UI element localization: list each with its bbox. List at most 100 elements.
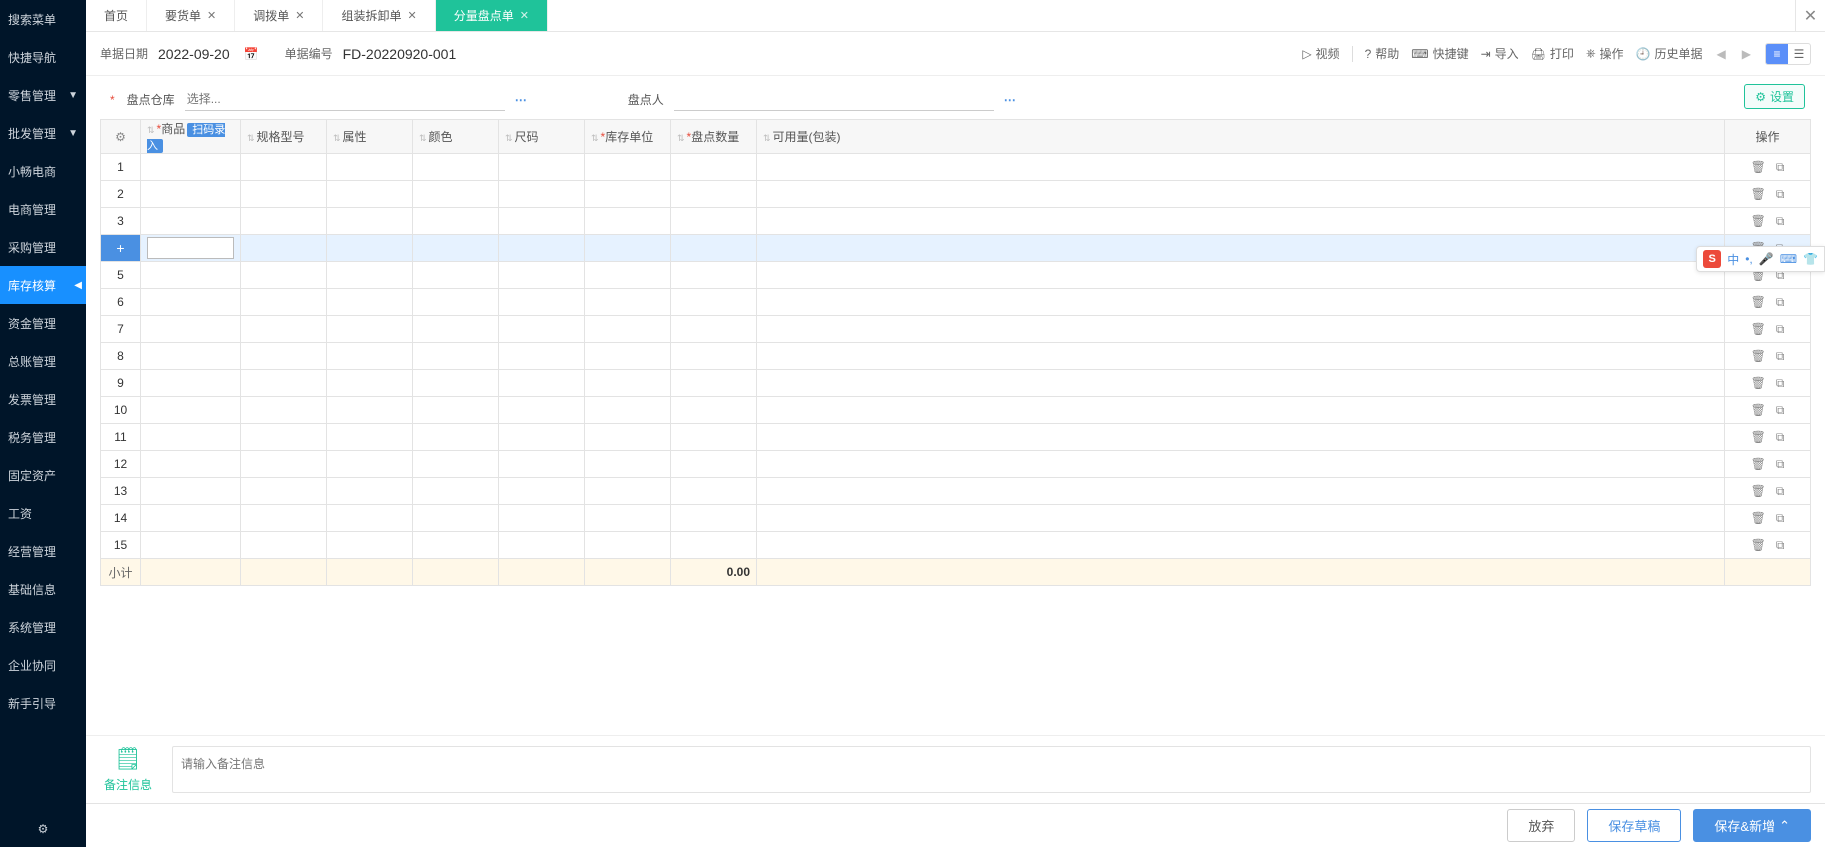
col-size[interactable]: ⇅尺码 [499, 120, 585, 154]
sidebar-item-2[interactable]: 零售管理▼ [0, 76, 86, 114]
cell[interactable] [585, 181, 671, 208]
col-color[interactable]: ⇅颜色 [413, 120, 499, 154]
cell[interactable] [585, 289, 671, 316]
tab-2[interactable]: 调拨单✕ [235, 0, 323, 31]
table-row[interactable]: 11🗑⧉ [101, 424, 1811, 451]
cell[interactable] [241, 154, 327, 181]
tab-3[interactable]: 组装拆卸单✕ [323, 0, 435, 31]
cell[interactable] [141, 154, 241, 181]
cell[interactable] [241, 397, 327, 424]
table-row[interactable]: 5🗑⧉ [101, 262, 1811, 289]
cell[interactable] [241, 343, 327, 370]
ime-skin-icon[interactable]: 👕 [1803, 252, 1818, 266]
sidebar-item-13[interactable]: 工资 [0, 494, 86, 532]
cell[interactable] [585, 424, 671, 451]
date-value[interactable]: 2022-09-20 [158, 46, 230, 62]
sidebar-item-6[interactable]: 采购管理 [0, 228, 86, 266]
cell[interactable] [241, 424, 327, 451]
cell[interactable] [499, 370, 585, 397]
sidebar-item-10[interactable]: 发票管理 [0, 380, 86, 418]
remark-input[interactable] [172, 746, 1811, 793]
col-avail[interactable]: ⇅可用量(包装) [757, 120, 1725, 154]
view-card-button[interactable]: ☰ [1788, 44, 1810, 64]
cell[interactable] [241, 208, 327, 235]
cell[interactable] [671, 478, 757, 505]
cell[interactable] [141, 370, 241, 397]
cell[interactable] [499, 235, 585, 262]
add-row-icon[interactable]: + [112, 239, 130, 257]
cell[interactable] [241, 181, 327, 208]
copy-row-icon[interactable]: ⧉ [1776, 214, 1785, 229]
cell[interactable] [413, 397, 499, 424]
cell[interactable] [413, 208, 499, 235]
table-row[interactable]: 3🗑⧉ [101, 208, 1811, 235]
table-row[interactable]: 9🗑⧉ [101, 370, 1811, 397]
copy-row-icon[interactable]: ⧉ [1776, 430, 1785, 445]
cell[interactable] [241, 451, 327, 478]
col-qty[interactable]: ⇅*盘点数量 [671, 120, 757, 154]
sidebar-item-1[interactable]: 快捷导航 [0, 38, 86, 76]
cell[interactable] [241, 370, 327, 397]
cell[interactable] [413, 505, 499, 532]
cell[interactable] [671, 424, 757, 451]
ime-lang[interactable]: 中 [1727, 251, 1739, 268]
operate-button[interactable]: ⎈操作 [1586, 45, 1624, 62]
cell[interactable] [327, 181, 413, 208]
sidebar-item-0[interactable]: 搜索菜单 [0, 0, 86, 38]
delete-row-icon[interactable]: 🗑 [1751, 484, 1766, 499]
delete-row-icon[interactable]: 🗑 [1751, 322, 1766, 337]
close-all-tabs-button[interactable]: ✕ [1795, 0, 1825, 31]
cell[interactable] [499, 316, 585, 343]
cell[interactable] [757, 505, 1725, 532]
cell[interactable] [241, 316, 327, 343]
cell[interactable] [757, 478, 1725, 505]
sidebar-item-16[interactable]: 系统管理 [0, 608, 86, 646]
delete-row-icon[interactable]: 🗑 [1751, 403, 1766, 418]
cell[interactable] [499, 478, 585, 505]
cell[interactable] [671, 532, 757, 559]
tab-4[interactable]: 分量盘点单✕ [436, 0, 548, 31]
cell[interactable] [327, 424, 413, 451]
table-row[interactable]: 15🗑⧉ [101, 532, 1811, 559]
history-button[interactable]: 🕘历史单据 [1636, 45, 1703, 62]
cell[interactable] [413, 262, 499, 289]
cell[interactable] [499, 424, 585, 451]
copy-row-icon[interactable]: ⧉ [1776, 322, 1785, 337]
sidebar-item-11[interactable]: 税务管理 [0, 418, 86, 456]
close-tab-icon[interactable]: ✕ [520, 9, 529, 22]
table-row[interactable]: 2🗑⧉ [101, 181, 1811, 208]
cell[interactable] [757, 424, 1725, 451]
cell[interactable] [499, 262, 585, 289]
col-spec[interactable]: ⇅规格型号 [241, 120, 327, 154]
view-list-button[interactable]: ≡ [1766, 44, 1788, 64]
delete-row-icon[interactable]: 🗑 [1751, 430, 1766, 445]
cell[interactable] [585, 370, 671, 397]
cell[interactable] [585, 235, 671, 262]
copy-row-icon[interactable]: ⧉ [1776, 538, 1785, 553]
cell[interactable] [757, 154, 1725, 181]
copy-row-icon[interactable]: ⧉ [1776, 295, 1785, 310]
cell[interactable] [327, 451, 413, 478]
counter-lookup-icon[interactable]: ⋯ [1004, 93, 1017, 107]
sidebar-item-8[interactable]: 资金管理 [0, 304, 86, 342]
cell[interactable] [413, 532, 499, 559]
cell[interactable] [141, 343, 241, 370]
cell[interactable] [327, 505, 413, 532]
copy-row-icon[interactable]: ⧉ [1776, 484, 1785, 499]
video-button[interactable]: ▷视频 [1302, 45, 1339, 62]
cell[interactable] [499, 289, 585, 316]
cell[interactable] [585, 505, 671, 532]
ime-mic-icon[interactable]: 🎤 [1759, 252, 1774, 266]
sidebar-item-14[interactable]: 经营管理 [0, 532, 86, 570]
shortcut-button[interactable]: ⌨快捷键 [1411, 45, 1468, 62]
cell[interactable] [585, 316, 671, 343]
cell[interactable] [413, 235, 499, 262]
close-tab-icon[interactable]: ✕ [408, 9, 417, 22]
discard-button[interactable]: 放弃 [1507, 809, 1575, 842]
cell[interactable] [671, 397, 757, 424]
cell[interactable] [327, 235, 413, 262]
cell[interactable] [141, 262, 241, 289]
cell[interactable] [499, 397, 585, 424]
copy-row-icon[interactable]: ⧉ [1776, 376, 1785, 391]
copy-row-icon[interactable]: ⧉ [1776, 160, 1785, 175]
